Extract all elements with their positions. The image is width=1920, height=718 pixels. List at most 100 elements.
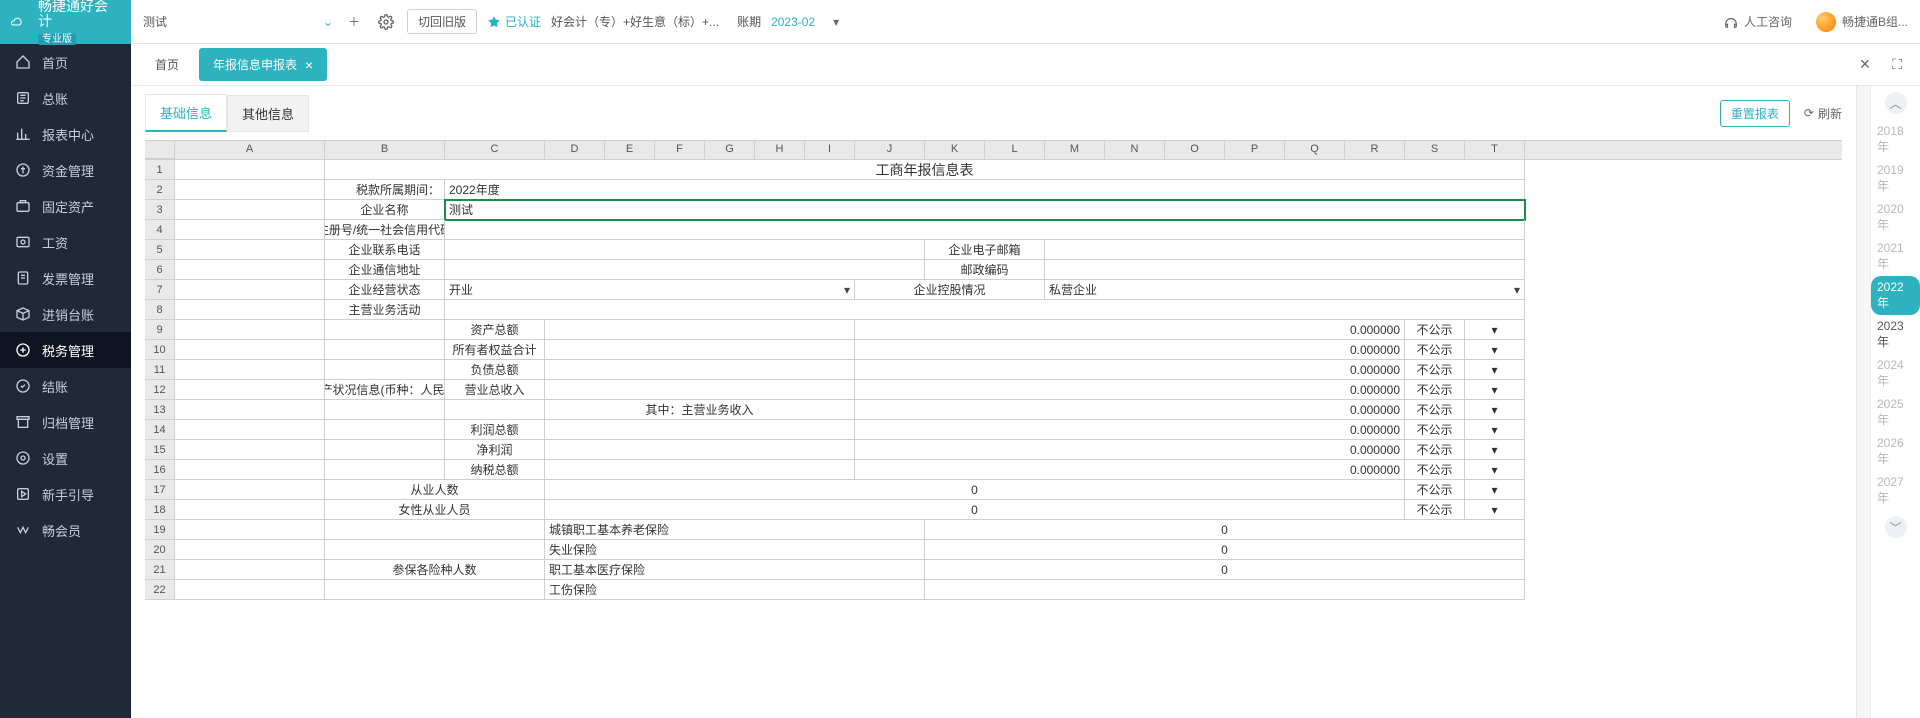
cell[interactable]	[175, 460, 325, 480]
row-header[interactable]: 13	[145, 400, 175, 420]
cell[interactable]: 女性从业人员	[325, 500, 545, 520]
user-menu[interactable]: 畅捷通B组...	[1816, 12, 1908, 32]
cell[interactable]: ▾	[1465, 440, 1525, 460]
cell[interactable]	[175, 320, 325, 340]
col-header[interactable]: E	[605, 141, 655, 159]
row-header[interactable]: 12	[145, 380, 175, 400]
cell[interactable]: 净利润	[445, 440, 545, 460]
cell[interactable]: ▾	[1465, 400, 1525, 420]
scrollbar[interactable]	[1856, 86, 1870, 718]
sheet-tab-other[interactable]: 其他信息	[227, 95, 309, 132]
row-header[interactable]: 14	[145, 420, 175, 440]
cell[interactable]: 0	[545, 500, 1405, 520]
cell[interactable]	[545, 380, 855, 400]
row-header[interactable]: 8	[145, 300, 175, 320]
cell[interactable]	[175, 520, 325, 540]
col-header[interactable]: B	[325, 141, 445, 159]
cell[interactable]: 0.000000	[855, 320, 1405, 340]
cell[interactable]	[445, 400, 545, 420]
cell[interactable]: 不公示	[1405, 360, 1465, 380]
sidebar-item-3[interactable]: 资金管理	[0, 152, 131, 188]
cell[interactable]: 主营业务活动	[325, 300, 445, 320]
row-header[interactable]: 11	[145, 360, 175, 380]
col-header[interactable]: T	[1465, 141, 1525, 159]
cell[interactable]	[325, 360, 445, 380]
add-org-button[interactable]: ＋	[343, 11, 365, 33]
cell[interactable]: 企业资产状况信息(币种：人民币万元)	[325, 380, 445, 400]
cell[interactable]	[925, 580, 1525, 600]
row-header[interactable]: 21	[145, 560, 175, 580]
sidebar-item-5[interactable]: 工资	[0, 224, 131, 260]
sidebar-item-4[interactable]: 固定资产	[0, 188, 131, 224]
cell[interactable]	[175, 400, 325, 420]
cell[interactable]: 0	[925, 520, 1525, 540]
cell[interactable]: 负债总额	[445, 360, 545, 380]
col-header[interactable]: D	[545, 141, 605, 159]
sidebar-item-8[interactable]: 税务管理	[0, 332, 131, 368]
cell[interactable]	[1045, 260, 1525, 280]
year-item[interactable]: 2023年	[1871, 315, 1920, 354]
cell[interactable]	[175, 340, 325, 360]
row-header[interactable]: 15	[145, 440, 175, 460]
col-header[interactable]: S	[1405, 141, 1465, 159]
row-header[interactable]: 6	[145, 260, 175, 280]
year-item[interactable]: 2024年	[1871, 354, 1920, 393]
col-header[interactable]: R	[1345, 141, 1405, 159]
cell[interactable]	[175, 280, 325, 300]
tab-close-icon[interactable]: ×	[305, 57, 313, 73]
cell[interactable]: ▾	[1465, 480, 1525, 500]
cell[interactable]	[175, 300, 325, 320]
cell[interactable]	[445, 260, 925, 280]
cell[interactable]: 0.000000	[855, 380, 1405, 400]
cell[interactable]: 失业保险	[545, 540, 925, 560]
cell[interactable]: ▾	[1465, 420, 1525, 440]
sidebar-item-2[interactable]: 报表中心	[0, 116, 131, 152]
cell[interactable]	[325, 580, 545, 600]
sidebar-item-0[interactable]: 首页	[0, 44, 131, 80]
cell[interactable]: 职工基本医疗保险	[545, 560, 925, 580]
switch-old-button[interactable]: 切回旧版	[407, 9, 477, 34]
cell[interactable]	[175, 500, 325, 520]
year-item[interactable]: 2019年	[1871, 159, 1920, 198]
period-value[interactable]: 2023-02	[771, 15, 815, 29]
cell[interactable]: 0	[545, 480, 1405, 500]
cell[interactable]: ▾	[1465, 380, 1525, 400]
reset-report-button[interactable]: 重置报表	[1720, 100, 1790, 127]
cell[interactable]: 所有者权益合计	[445, 340, 545, 360]
col-header[interactable]: N	[1105, 141, 1165, 159]
sidebar-item-12[interactable]: 新手引导	[0, 476, 131, 512]
cell[interactable]: 其中：主营业务收入	[545, 400, 855, 420]
col-header[interactable]: M	[1045, 141, 1105, 159]
col-header[interactable]: Q	[1285, 141, 1345, 159]
cell[interactable]: ▾	[1465, 500, 1525, 520]
cell[interactable]	[545, 340, 855, 360]
sidebar-item-10[interactable]: 归档管理	[0, 404, 131, 440]
sidebar-item-6[interactable]: 发票管理	[0, 260, 131, 296]
row-header[interactable]: 10	[145, 340, 175, 360]
cell[interactable]	[325, 420, 445, 440]
cell[interactable]	[1045, 240, 1525, 260]
cell[interactable]	[175, 440, 325, 460]
row-header[interactable]: 17	[145, 480, 175, 500]
cell[interactable]: 开业	[445, 280, 855, 300]
cell-company-name[interactable]: 测试	[445, 200, 1525, 220]
cell[interactable]: 0.000000	[855, 460, 1405, 480]
sidebar-item-1[interactable]: 总账	[0, 80, 131, 116]
col-header[interactable]: C	[445, 141, 545, 159]
cell[interactable]	[175, 380, 325, 400]
col-header[interactable]: P	[1225, 141, 1285, 159]
cell[interactable]: ▾	[1465, 460, 1525, 480]
cell[interactable]: 企业控股情况	[855, 280, 1045, 300]
period-dropdown-icon[interactable]: ▾	[825, 11, 847, 33]
year-item[interactable]: 2027年	[1871, 471, 1920, 510]
year-item[interactable]: 2025年	[1871, 393, 1920, 432]
cell[interactable]: 资产总额	[445, 320, 545, 340]
cell[interactable]	[325, 320, 445, 340]
row-header[interactable]: 18	[145, 500, 175, 520]
year-item[interactable]: 2018年	[1871, 120, 1920, 159]
cell[interactable]: 不公示	[1405, 380, 1465, 400]
cell[interactable]	[545, 360, 855, 380]
cell[interactable]	[325, 540, 545, 560]
cell[interactable]: 城镇职工基本养老保险	[545, 520, 925, 540]
org-settings-button[interactable]	[375, 11, 397, 33]
